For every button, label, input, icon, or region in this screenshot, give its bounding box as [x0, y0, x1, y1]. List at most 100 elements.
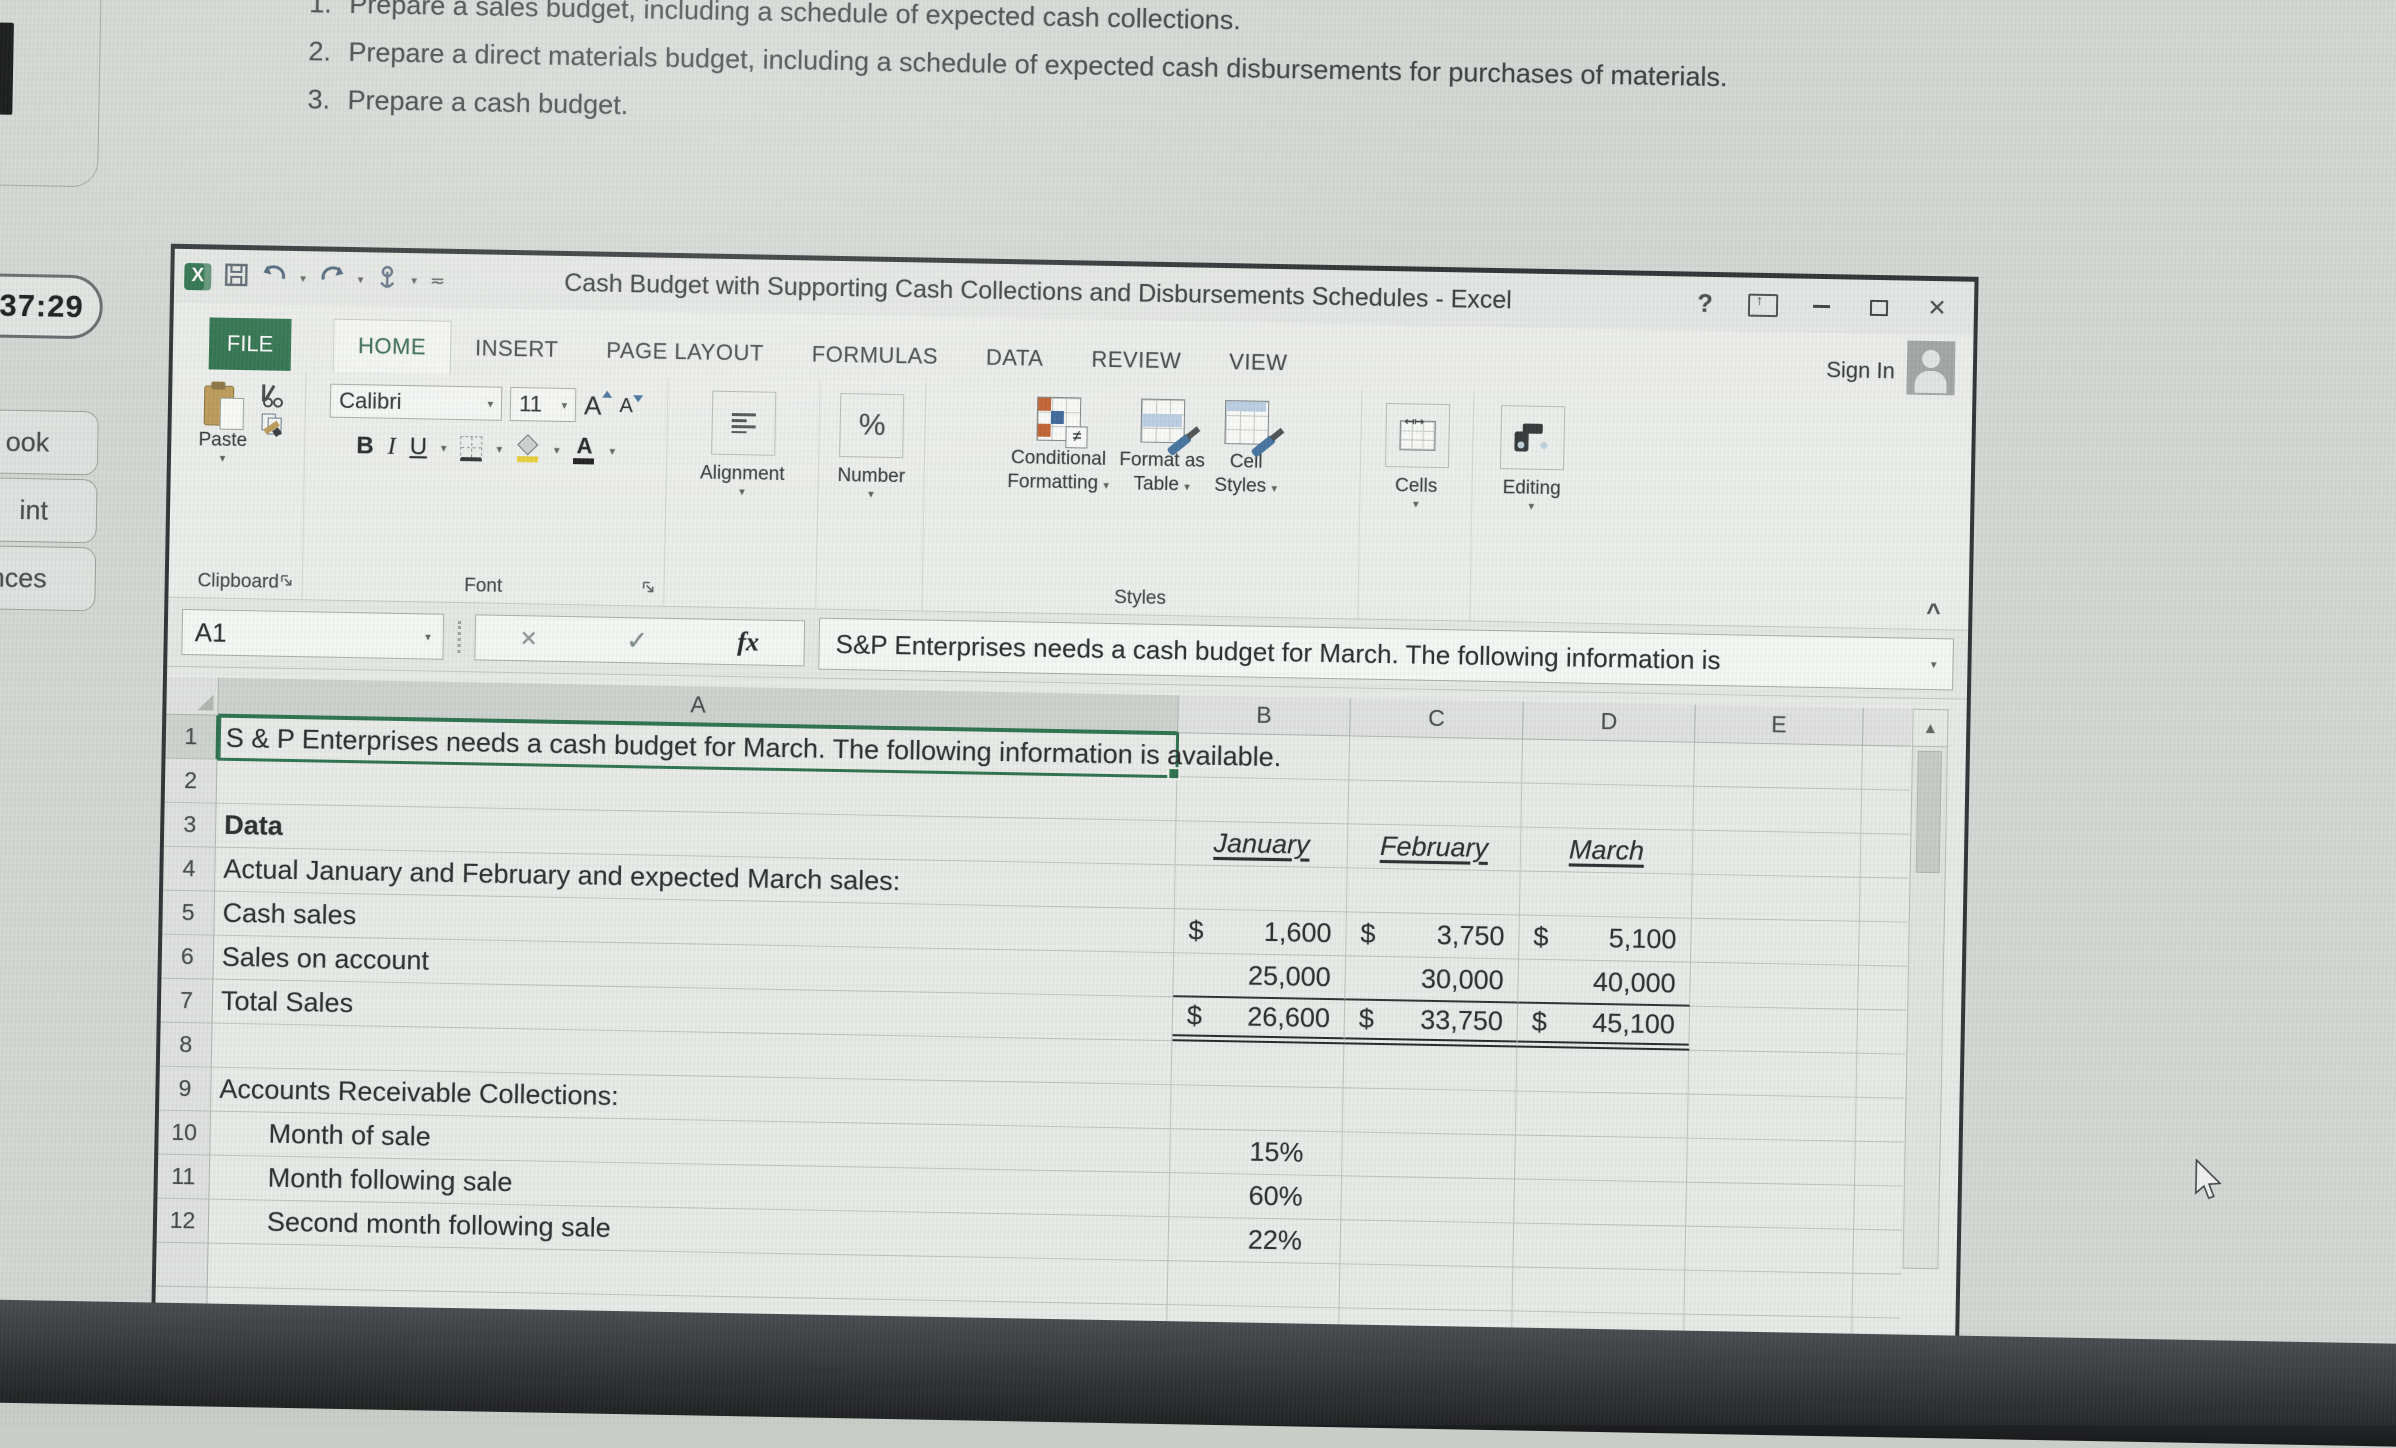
column-header-d[interactable]: D	[1523, 701, 1696, 743]
select-all-corner[interactable]	[166, 676, 219, 716]
cell[interactable]	[1686, 1182, 1855, 1230]
cell[interactable]	[1860, 833, 1910, 879]
cell[interactable]	[1858, 965, 1907, 1011]
column-header-partial[interactable]	[1862, 707, 1912, 747]
cell-value[interactable]: $45,100	[1517, 1003, 1691, 1051]
row-header[interactable]: 10	[158, 1110, 212, 1156]
cell-styles-button[interactable]: Cell Styles ▾	[1214, 400, 1278, 501]
cell-value[interactable]: 25,000	[1173, 953, 1347, 1001]
tab-file[interactable]: FILE	[208, 317, 292, 371]
cell-march[interactable]: March	[1520, 827, 1694, 875]
touch-dropdown-icon[interactable]: ▾	[411, 274, 417, 287]
avatar[interactable]	[1906, 340, 1956, 396]
cell[interactable]	[1854, 1185, 1903, 1231]
cell[interactable]	[1852, 1273, 1902, 1319]
tab-view[interactable]: VIEW	[1205, 336, 1312, 390]
number-dropdown-icon[interactable]: ▾	[868, 488, 874, 501]
cell-february[interactable]: February	[1347, 824, 1522, 872]
cell-value[interactable]: 22%	[1168, 1217, 1342, 1265]
cell[interactable]	[1521, 783, 1695, 831]
cell[interactable]	[1856, 1053, 1906, 1099]
cell[interactable]	[1515, 1091, 1689, 1139]
cell[interactable]	[1519, 871, 1693, 919]
format-as-table-button[interactable]: Format as Table ▾	[1119, 398, 1206, 500]
row-header[interactable]	[155, 1242, 209, 1288]
collapse-ribbon-icon[interactable]: ^	[1926, 599, 1941, 627]
row-header[interactable]: 6	[161, 934, 215, 980]
cells-dropdown-icon[interactable]: ▾	[1413, 498, 1419, 511]
cell-value[interactable]: $1,600	[1174, 909, 1347, 957]
side-button-print[interactable]: int	[0, 475, 98, 544]
ribbon-display-options-icon[interactable]	[1734, 290, 1793, 320]
conditional-formatting-button[interactable]: ≠ Conditional Formatting ▾	[1007, 396, 1110, 498]
cell[interactable]	[1685, 1226, 1855, 1274]
row-header[interactable]: 12	[156, 1198, 210, 1244]
cell-value[interactable]: 60%	[1169, 1173, 1343, 1221]
cell[interactable]	[1862, 745, 1911, 791]
excel-logo-icon[interactable]: X	[184, 262, 212, 290]
alignment-button[interactable]: Alignment ▾	[700, 390, 786, 499]
cell[interactable]	[1687, 1094, 1857, 1142]
underline-dropdown-icon[interactable]: ▾	[441, 441, 447, 454]
bold-button[interactable]: B	[356, 432, 374, 460]
editing-button[interactable]: Editing ▾	[1499, 405, 1566, 513]
cell[interactable]	[1171, 1041, 1345, 1089]
row-header[interactable]: 3	[163, 802, 217, 848]
cell[interactable]	[1512, 1267, 1686, 1315]
minimize-icon[interactable]	[1792, 291, 1851, 321]
column-header-c[interactable]: C	[1350, 698, 1524, 740]
font-size-select[interactable]: 11 ▾	[509, 386, 577, 423]
side-button-ebook[interactable]: ook	[0, 407, 99, 476]
name-box-dropdown-icon[interactable]: ▾	[425, 630, 431, 643]
cell[interactable]	[1513, 1223, 1687, 1271]
column-header-b[interactable]: B	[1178, 695, 1351, 737]
cell-january[interactable]: January	[1175, 821, 1349, 869]
tab-data[interactable]: DATA	[962, 331, 1068, 385]
sign-in-link[interactable]: Sign In	[1826, 357, 1895, 384]
font-name-select[interactable]: Calibri ▾	[329, 383, 503, 421]
font-dialog-launcher-icon[interactable]	[641, 580, 655, 599]
cell[interactable]	[1339, 1264, 1514, 1312]
restore-icon[interactable]	[1850, 292, 1909, 322]
cell-value[interactable]: 40,000	[1518, 959, 1691, 1007]
cell[interactable]	[1857, 1009, 1907, 1055]
alignment-dropdown-icon[interactable]: ▾	[739, 485, 745, 498]
cells-button[interactable]: ↤↦ Cells ▾	[1384, 402, 1450, 511]
cell[interactable]	[1522, 739, 1696, 787]
cell[interactable]	[1176, 777, 1350, 825]
cell[interactable]	[1691, 874, 1861, 922]
cell-value[interactable]: $3,750	[1346, 912, 1520, 960]
cell[interactable]	[1858, 921, 1908, 967]
cell[interactable]	[1342, 1132, 1516, 1180]
cell[interactable]	[1686, 1138, 1856, 1186]
cell[interactable]	[1167, 1261, 1341, 1309]
undo-dropdown-icon[interactable]: ▾	[300, 272, 306, 285]
tab-insert[interactable]: INSERT	[451, 322, 583, 376]
cell[interactable]	[1514, 1135, 1688, 1183]
redo-dropdown-icon[interactable]: ▾	[358, 273, 364, 286]
borders-dropdown-icon[interactable]: ▾	[496, 442, 502, 455]
undo-icon[interactable]	[261, 264, 287, 291]
enter-icon[interactable]: ✓	[626, 625, 648, 656]
underline-button[interactable]: U	[409, 433, 427, 461]
customize-qat-icon[interactable]: ≂	[430, 270, 445, 291]
row-header[interactable]: 9	[159, 1066, 212, 1112]
cell[interactable]	[1694, 742, 1863, 790]
insert-function-icon[interactable]: fx	[737, 627, 759, 657]
cell[interactable]	[1174, 865, 1348, 913]
italic-button[interactable]: I	[387, 433, 395, 460]
tab-review[interactable]: REVIEW	[1067, 333, 1206, 388]
cell[interactable]	[1859, 877, 1909, 923]
cell[interactable]	[1342, 1088, 1517, 1136]
formula-expand-icon[interactable]: ▾	[1931, 658, 1937, 671]
row-header[interactable]: 4	[163, 846, 216, 892]
cell-value[interactable]: 15%	[1170, 1129, 1343, 1177]
cell[interactable]	[1688, 1050, 1858, 1098]
fill-color-icon[interactable]	[516, 434, 540, 463]
cell[interactable]	[1855, 1097, 1905, 1143]
cell[interactable]	[1514, 1179, 1687, 1227]
cell[interactable]	[1343, 1044, 1518, 1092]
column-header-e[interactable]: E	[1695, 704, 1864, 746]
decrease-font-icon[interactable]: A	[619, 394, 644, 417]
help-icon[interactable]: ?	[1676, 289, 1735, 319]
